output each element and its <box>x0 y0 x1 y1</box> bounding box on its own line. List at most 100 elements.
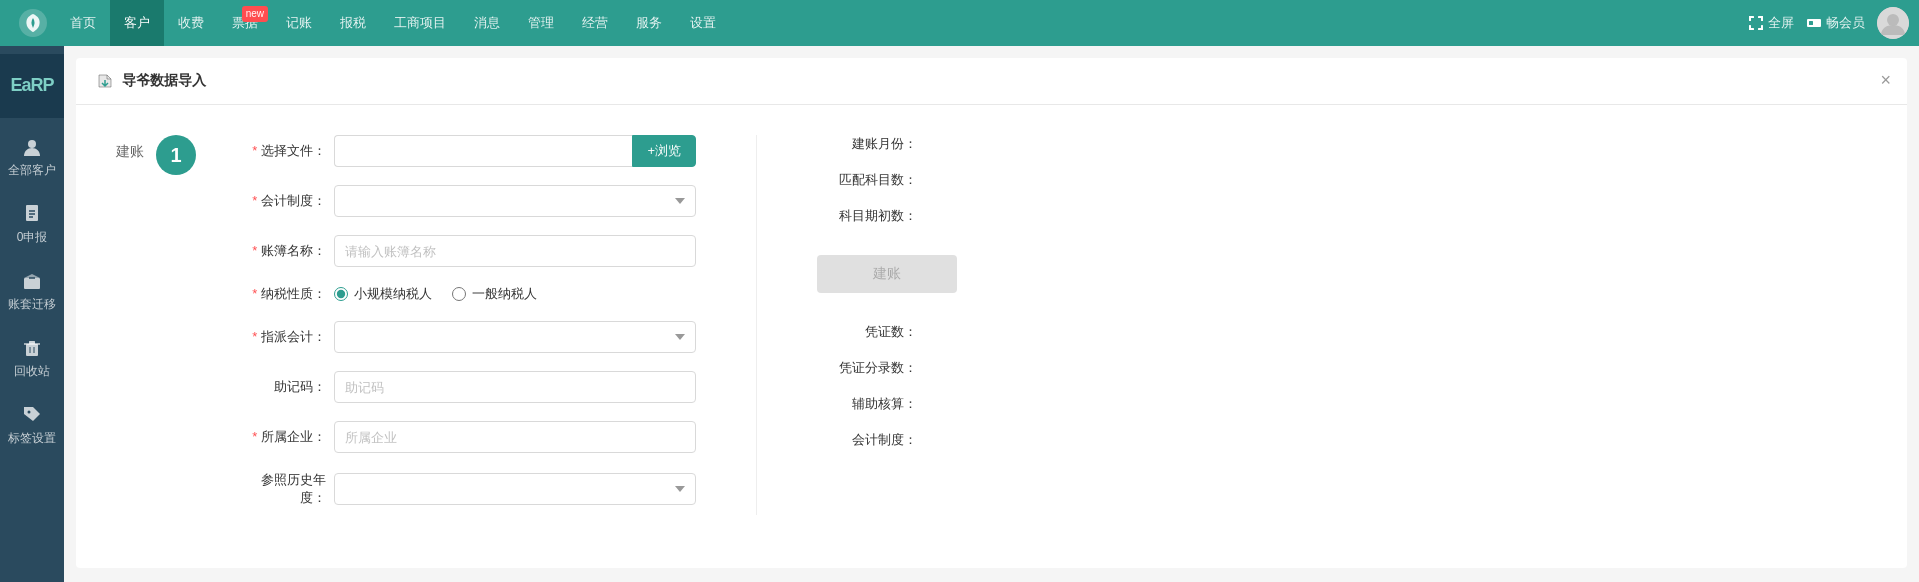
vip-icon <box>1806 15 1822 31</box>
form-right: 建账月份： 匹配科目数： 科目期初数： 建账 <box>817 135 957 525</box>
sidebar-item-all-customers[interactable]: 全部客户 <box>0 126 64 189</box>
dialog-header: 导爷数据导入 × <box>76 58 1907 105</box>
build-month-row: 建账月份： <box>817 135 957 153</box>
company-input[interactable] <box>334 421 696 453</box>
fullscreen-icon <box>1748 15 1764 31</box>
file-input[interactable] <box>334 135 632 167</box>
tag-icon <box>21 404 43 426</box>
nav-ledger[interactable]: 记账 <box>272 0 326 46</box>
nav-service[interactable]: 服务 <box>622 0 676 46</box>
svg-rect-20 <box>26 344 38 356</box>
form-container: 建账 1 * 选择文件： +浏览 <box>76 105 1907 555</box>
svg-rect-8 <box>1761 25 1763 30</box>
nav-message[interactable]: 消息 <box>460 0 514 46</box>
nav-invoice[interactable]: 票据 new <box>218 0 272 46</box>
subject-initial-label: 科目期初数： <box>817 207 917 225</box>
dialog-close-button[interactable]: × <box>1880 70 1891 91</box>
build-account-btn-wrapper: 建账 <box>817 255 957 293</box>
form-left: * 选择文件： +浏览 * 会计制度： <box>236 135 696 525</box>
content-area: 导爷数据导入 × 建账 1 * 选择文件： <box>64 46 1919 582</box>
box-icon <box>21 270 43 292</box>
dialog-panel: 导爷数据导入 × 建账 1 * 选择文件： <box>76 58 1907 568</box>
vip-button[interactable]: 畅会员 <box>1806 14 1865 32</box>
match-subjects-row: 匹配科目数： <box>817 171 957 189</box>
ledger-name-input[interactable] <box>334 235 696 267</box>
file-input-group: +浏览 <box>334 135 696 167</box>
browse-button[interactable]: +浏览 <box>632 135 696 167</box>
assign-accountant-select[interactable] <box>334 321 696 353</box>
file-select-row: * 选择文件： +浏览 <box>236 135 696 167</box>
build-month-label: 建账月份： <box>817 135 917 153</box>
nav-manage[interactable]: 管理 <box>514 0 568 46</box>
step-section: 建账 1 <box>116 135 196 525</box>
step-circle: 1 <box>156 135 196 175</box>
top-navigation: 首页 客户 收费 票据 new 记账 报税 工商项目 消息 管理 经营 服务 设… <box>0 0 1919 46</box>
ledger-name-label: * 账簿名称： <box>236 242 326 260</box>
svg-rect-6 <box>1749 25 1751 30</box>
nav-finance[interactable]: 经营 <box>568 0 622 46</box>
sidebar-item-account-migration[interactable]: 账套迁移 <box>0 260 64 323</box>
person-icon <box>21 136 43 158</box>
accounting-system-label: * 会计制度： <box>236 192 326 210</box>
accounting-system-row: * 会计制度： 小企业会计准则 企业会计准则 <box>236 185 696 217</box>
nav-industry[interactable]: 工商项目 <box>380 0 460 46</box>
avatar[interactable] <box>1877 7 1909 39</box>
accounting-system-right-label: 会计制度： <box>817 431 917 449</box>
accounting-system-select[interactable]: 小企业会计准则 企业会计准则 <box>334 185 696 217</box>
file-icon <box>21 203 43 225</box>
svg-point-12 <box>1887 14 1899 26</box>
tax-type-row: * 纳税性质： 小规模纳税人 一般纳税人 <box>236 285 696 303</box>
nav-tax[interactable]: 报税 <box>326 0 380 46</box>
svg-rect-4 <box>1761 16 1763 21</box>
nav-fee[interactable]: 收费 <box>164 0 218 46</box>
assign-accountant-row: * 指派会计： <box>236 321 696 353</box>
ref-year-select[interactable] <box>334 473 696 505</box>
memo-code-label: 助记码： <box>236 378 326 396</box>
tax-type-small[interactable]: 小规模纳税人 <box>334 285 432 303</box>
ledger-name-row: * 账簿名称： <box>236 235 696 267</box>
top-nav-right: 全屏 畅会员 <box>1748 7 1909 39</box>
svg-rect-2 <box>1749 16 1751 21</box>
step-label: 建账 <box>116 135 144 161</box>
nav-customers[interactable]: 客户 <box>110 0 164 46</box>
svg-point-25 <box>28 411 31 414</box>
company-label: * 所属企业： <box>236 428 326 446</box>
sidebar-item-declaration[interactable]: 0申报 <box>0 193 64 256</box>
sidebar: EaRP 全部客户 0申报 账套迁移 <box>0 46 64 582</box>
memo-code-row: 助记码： <box>236 371 696 403</box>
app-logo[interactable] <box>10 0 56 46</box>
voucher-entries-row: 凭证分录数： <box>817 359 957 377</box>
sidebar-item-tag-settings[interactable]: 标签设置 <box>0 394 64 457</box>
sidebar-logo: EaRP <box>0 54 64 118</box>
voucher-entries-label: 凭证分录数： <box>817 359 917 377</box>
vertical-divider <box>756 135 757 515</box>
sidebar-item-recycle[interactable]: 回收站 <box>0 327 64 390</box>
voucher-count-label: 凭证数： <box>817 323 917 341</box>
fullscreen-button[interactable]: 全屏 <box>1748 14 1794 32</box>
svg-rect-10 <box>1809 21 1813 25</box>
file-select-label: * 选择文件： <box>236 142 326 160</box>
tax-type-label: * 纳税性质： <box>236 285 326 303</box>
tax-type-general[interactable]: 一般纳税人 <box>452 285 537 303</box>
tax-type-radio-group: 小规模纳税人 一般纳税人 <box>334 285 696 303</box>
svg-rect-14 <box>26 205 38 221</box>
company-row: * 所属企业： <box>236 421 696 453</box>
ref-year-label: 参照历史年度： <box>236 471 326 507</box>
import-icon <box>96 72 114 90</box>
ref-year-row: 参照历史年度： <box>236 471 696 507</box>
right-panel: 建账月份： 匹配科目数： 科目期初数： 建账 <box>817 135 957 525</box>
dialog-title: 导爷数据导入 <box>122 72 206 90</box>
accounting-system-right-row: 会计制度： <box>817 431 957 449</box>
memo-code-input[interactable] <box>334 371 696 403</box>
nav-home[interactable]: 首页 <box>56 0 110 46</box>
match-subjects-label: 匹配科目数： <box>817 171 917 189</box>
new-badge: new <box>242 6 268 22</box>
svg-rect-18 <box>24 278 40 289</box>
main-layout: EaRP 全部客户 0申报 账套迁移 <box>0 46 1919 582</box>
aux-accounting-label: 辅助核算： <box>817 395 917 413</box>
build-account-button[interactable]: 建账 <box>817 255 957 293</box>
trash-icon <box>21 337 43 359</box>
svg-point-13 <box>28 140 36 148</box>
svg-rect-22 <box>29 341 35 344</box>
nav-settings[interactable]: 设置 <box>676 0 730 46</box>
